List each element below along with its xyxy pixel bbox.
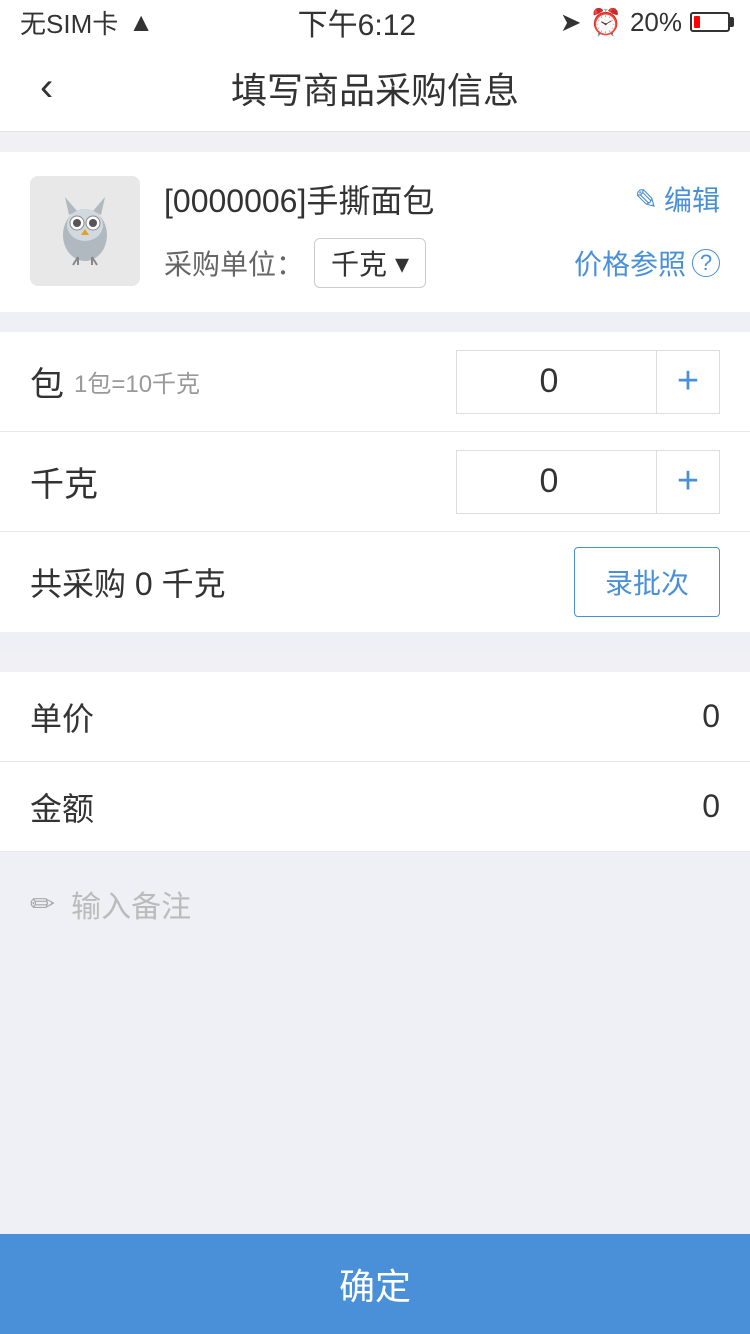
summary-row: 共采购 0 千克 录批次 (0, 532, 750, 632)
unit-price-value: 0 (702, 698, 720, 735)
product-logo (45, 187, 125, 267)
pencil-icon: ✏ (30, 887, 55, 922)
page-title: 填写商品采购信息 (231, 62, 519, 114)
amount-value: 0 (702, 788, 720, 825)
pack-quantity-input[interactable] (456, 350, 656, 414)
price-ref-help-icon: ? (692, 249, 720, 277)
product-code: [0000006] (164, 183, 306, 219)
input-section: 包 1包=10千克 + 千克 + 共采购 0 千克 录批次 (0, 332, 750, 632)
unit-dropdown-icon: ▾ (395, 247, 409, 280)
section-divider-1 (0, 312, 750, 332)
status-time: 下午6:12 (298, 0, 416, 44)
kg-label: 千克 (30, 457, 98, 506)
remark-placeholder: 输入备注 (71, 882, 191, 926)
unit-value: 千克 (331, 243, 387, 283)
edit-icon: ✎ (635, 183, 658, 216)
pack-plus-button[interactable]: + (656, 350, 720, 414)
price-section: 单价 0 金额 0 (0, 672, 750, 852)
wifi-icon: ▲ (128, 7, 154, 38)
status-bar: 无SIM卡 ▲ 下午6:12 ➤ ⏰ 20% (0, 0, 750, 44)
summary-amount: 0 (135, 566, 153, 602)
unit-price-row: 单价 0 (0, 672, 750, 762)
summary-suffix: 千克 (162, 566, 226, 602)
product-card: [0000006]手撕面包 ✎ 编辑 采购单位： 千克 ▾ 价格参照 ? (0, 152, 750, 312)
carrier-text: 无SIM卡 (20, 4, 118, 41)
kg-plus-button[interactable]: + (656, 450, 720, 514)
kg-quantity-input[interactable] (456, 450, 656, 514)
unit-row: 采购单位： 千克 ▾ 价格参照 ? (164, 238, 720, 288)
unit-select[interactable]: 千克 ▾ (314, 238, 426, 288)
pack-sublabel: 1包=10千克 (74, 364, 200, 399)
product-info: [0000006]手撕面包 ✎ 编辑 采购单位： 千克 ▾ 价格参照 ? (164, 176, 720, 288)
price-ref-label: 价格参照 (574, 243, 686, 283)
confirm-bar[interactable]: 确定 (0, 1234, 750, 1334)
battery-icon (690, 12, 730, 32)
pack-input-group: + (456, 350, 720, 414)
summary-prefix: 共采购 (30, 566, 126, 602)
confirm-button-label: 确定 (339, 1258, 411, 1310)
kg-input-row: 千克 + (0, 432, 750, 532)
amount-row: 金额 0 (0, 762, 750, 852)
product-name: [0000006]手撕面包 (164, 176, 434, 222)
location-icon: ➤ (560, 7, 582, 38)
alarm-icon: ⏰ (590, 7, 622, 38)
remark-section[interactable]: ✏ 输入备注 (0, 854, 750, 954)
unit-label: 采购单位： (164, 243, 304, 283)
content-area (0, 954, 750, 1234)
unit-price-label: 单价 (30, 694, 94, 740)
section-divider-2 (0, 632, 750, 652)
product-title: 手撕面包 (306, 183, 434, 219)
status-left: 无SIM卡 ▲ (20, 4, 154, 41)
price-reference-button[interactable]: 价格参照 ? (574, 243, 720, 283)
product-image (30, 176, 140, 286)
pack-input-row: 包 1包=10千克 + (0, 332, 750, 432)
summary-text: 共采购 0 千克 (30, 559, 226, 605)
edit-button[interactable]: ✎ 编辑 (635, 179, 720, 219)
nav-bar: ‹ 填写商品采购信息 (0, 44, 750, 132)
status-right: ➤ ⏰ 20% (560, 7, 730, 38)
battery-percentage: 20% (630, 7, 682, 38)
kg-input-group: + (456, 450, 720, 514)
record-batch-button[interactable]: 录批次 (574, 547, 720, 617)
back-button[interactable]: ‹ (30, 55, 63, 120)
pack-label: 包 (30, 357, 64, 406)
edit-label: 编辑 (664, 179, 720, 219)
amount-label: 金额 (30, 784, 94, 830)
product-name-row: [0000006]手撕面包 ✎ 编辑 (164, 176, 720, 222)
